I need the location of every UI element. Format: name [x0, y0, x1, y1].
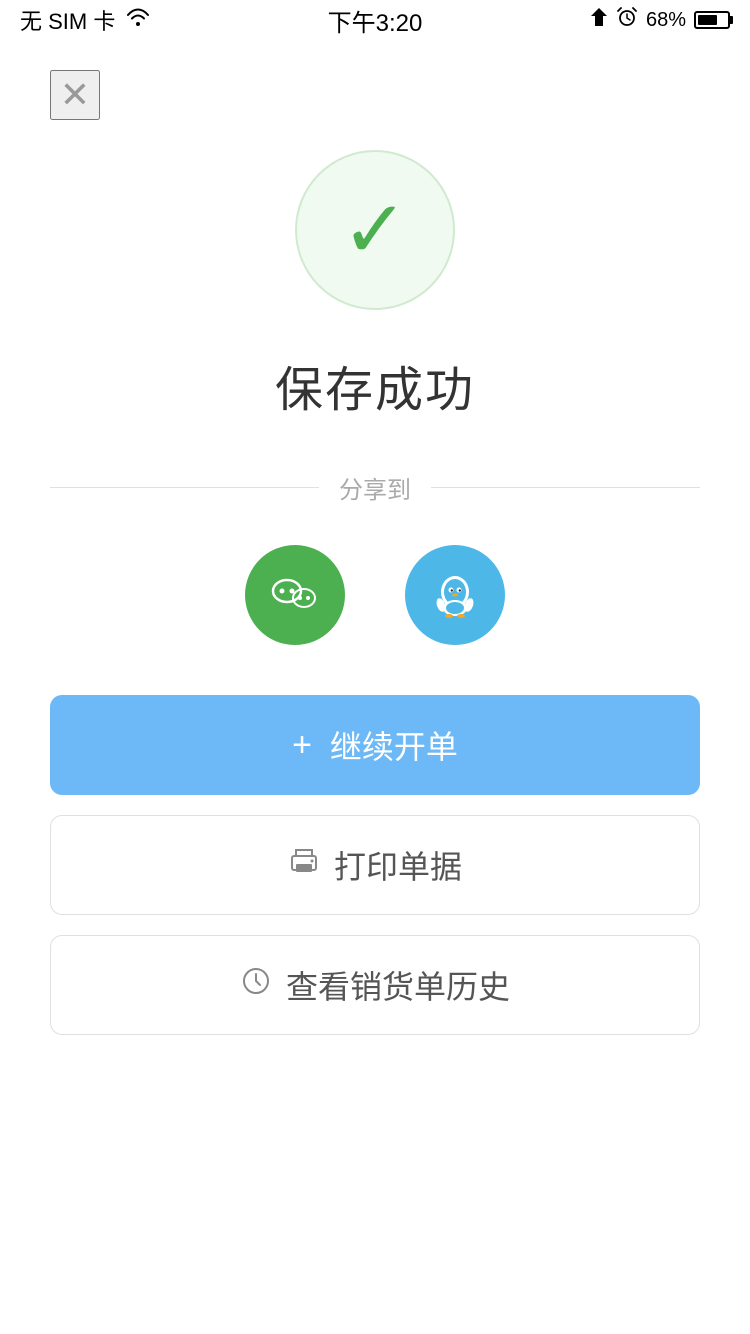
main-content: ✕ ✓ 保存成功 分享到	[0, 40, 750, 1334]
share-icons-container	[50, 545, 700, 645]
share-divider: 分享到	[50, 470, 700, 505]
print-icon	[288, 846, 320, 884]
battery-icon	[694, 11, 730, 29]
success-indicator: ✓	[295, 150, 455, 310]
action-buttons: + 继续开单 打印单据 查看销货单历史	[50, 695, 700, 1035]
status-right: 68%	[590, 6, 730, 34]
continue-button[interactable]: + 继续开单	[50, 695, 700, 795]
history-icon	[240, 965, 272, 1005]
print-label: 打印单据	[334, 842, 462, 888]
close-button[interactable]: ✕	[50, 70, 100, 120]
carrier-text: 无 SIM 卡	[20, 4, 115, 36]
continue-label: 继续开单	[330, 722, 458, 768]
print-button[interactable]: 打印单据	[50, 815, 700, 915]
status-bar: 无 SIM 卡 下午3:20 68%	[0, 0, 750, 40]
close-icon: ✕	[60, 77, 90, 113]
status-time: 下午3:20	[328, 3, 423, 38]
continue-plus-icon: +	[292, 726, 312, 765]
history-button[interactable]: 查看销货单历史	[50, 935, 700, 1035]
share-section: 分享到	[50, 470, 700, 645]
checkmark-icon: ✓	[341, 190, 408, 270]
wechat-share-button[interactable]	[245, 545, 345, 645]
divider-line-right	[431, 487, 700, 488]
wechat-icon	[265, 565, 325, 625]
qq-icon	[425, 565, 485, 625]
alarm-icon	[616, 6, 638, 34]
wifi-icon	[125, 7, 151, 33]
success-title: 保存成功	[275, 350, 475, 420]
divider-line-left	[50, 487, 319, 488]
history-label: 查看销货单历史	[286, 962, 510, 1008]
battery-percent: 68%	[646, 9, 686, 32]
location-icon	[590, 7, 608, 33]
status-left: 无 SIM 卡	[20, 4, 151, 36]
qq-share-button[interactable]	[405, 545, 505, 645]
share-label: 分享到	[339, 470, 411, 505]
